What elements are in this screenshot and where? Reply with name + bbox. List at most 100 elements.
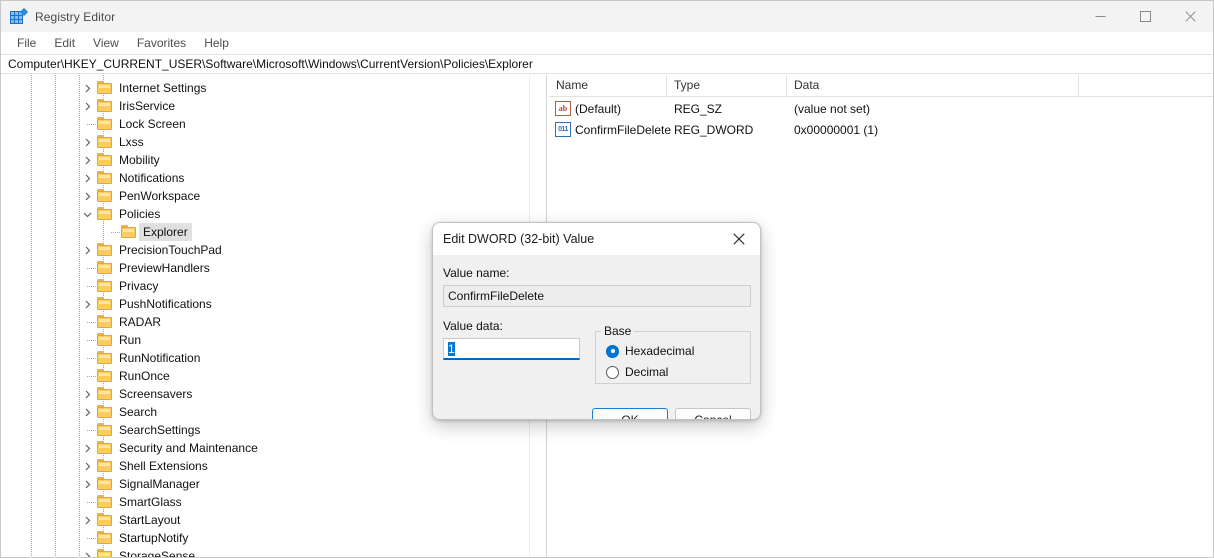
menu-file[interactable]: File: [8, 34, 45, 53]
tree-item-lxss[interactable]: Lxss: [1, 133, 529, 151]
value-name-label: Value name:: [443, 266, 510, 280]
chevron-right-icon[interactable]: [79, 98, 95, 114]
tree-item-label: Lock Screen: [119, 115, 186, 133]
folder-icon: [97, 81, 113, 94]
folder-icon: [97, 513, 113, 526]
folder-icon: [97, 153, 113, 166]
value-name-cell: (Default): [575, 99, 621, 119]
folder-icon: [97, 423, 113, 436]
chevron-right-icon[interactable]: [79, 296, 95, 312]
edit-dword-dialog: Edit DWORD (32-bit) Value Value name: Co…: [432, 222, 761, 420]
tree-item-label: Security and Maintenance: [119, 439, 258, 457]
folder-icon: [97, 117, 113, 130]
tree-item-label: PreviewHandlers: [119, 259, 210, 277]
chevron-down-icon[interactable]: [79, 206, 95, 222]
chevron-right-icon[interactable]: [79, 170, 95, 186]
column-header-type[interactable]: Type: [667, 75, 787, 96]
folder-icon: [97, 477, 113, 490]
menu-edit[interactable]: Edit: [45, 34, 84, 53]
radio-hexadecimal-indicator: [606, 345, 619, 358]
tree-item-label: Policies: [119, 205, 160, 223]
tree-item-signalmanager[interactable]: SignalManager: [1, 475, 529, 493]
registry-grid-icon: [10, 9, 26, 25]
column-header-data[interactable]: Data: [787, 75, 1079, 96]
folder-icon: [97, 171, 113, 184]
value-row[interactable]: ab(Default)REG_SZ(value not set): [549, 99, 1213, 119]
tree-item-searchsettings[interactable]: SearchSettings: [1, 421, 529, 439]
registry-path: Computer\HKEY_CURRENT_USER\Software\Micr…: [1, 57, 533, 71]
tree-item-label: RADAR: [119, 313, 161, 331]
chevron-right-icon[interactable]: [79, 404, 95, 420]
tree-item-smartglass[interactable]: SmartGlass: [1, 493, 529, 511]
tree-item-lock-screen[interactable]: Lock Screen: [1, 115, 529, 133]
tree-item-label: Notifications: [119, 169, 184, 187]
tree-item-penworkspace[interactable]: PenWorkspace: [1, 187, 529, 205]
chevron-right-icon[interactable]: [79, 512, 95, 528]
dialog-body: Value name: ConfirmFileDelete Value data…: [433, 255, 760, 420]
tree-item-label: SmartGlass: [119, 493, 182, 511]
value-data-input[interactable]: 1: [443, 338, 580, 360]
dialog-close-icon[interactable]: [718, 223, 760, 255]
menu-help[interactable]: Help: [195, 34, 238, 53]
tree-item-label: Explorer: [139, 223, 192, 241]
chevron-right-icon[interactable]: [79, 152, 95, 168]
tree-item-security-and-maintenance[interactable]: Security and Maintenance: [1, 439, 529, 457]
folder-icon: [97, 279, 113, 292]
chevron-right-icon[interactable]: [79, 242, 95, 258]
tree-item-label: IrisService: [119, 97, 175, 115]
radio-decimal[interactable]: Decimal: [606, 365, 668, 379]
folder-icon: [97, 387, 113, 400]
tree-item-label: Shell Extensions: [119, 457, 208, 475]
folder-icon: [97, 441, 113, 454]
value-row[interactable]: 011ConfirmFileDeleteREG_DWORD0x00000001 …: [549, 120, 1213, 140]
tree-item-internet-settings[interactable]: Internet Settings: [1, 79, 529, 97]
folder-icon: [121, 225, 137, 238]
tree-item-mobility[interactable]: Mobility: [1, 151, 529, 169]
address-bar[interactable]: Computer\HKEY_CURRENT_USER\Software\Micr…: [1, 54, 1213, 74]
ok-button[interactable]: OK: [592, 408, 668, 420]
maximize-icon[interactable]: [1123, 1, 1168, 32]
chevron-right-icon[interactable]: [79, 80, 95, 96]
tree-item-label: StorageSense: [119, 547, 195, 557]
chevron-right-icon[interactable]: [79, 440, 95, 456]
tree-item-startlayout[interactable]: StartLayout: [1, 511, 529, 529]
column-header-name[interactable]: Name: [549, 75, 667, 96]
window-title: Registry Editor: [35, 10, 115, 24]
close-icon[interactable]: [1168, 1, 1213, 32]
folder-icon: [97, 243, 113, 256]
cancel-button[interactable]: Cancel: [675, 408, 751, 420]
tree-item-storagesense[interactable]: StorageSense: [1, 547, 529, 557]
value-name-input[interactable]: ConfirmFileDelete: [443, 285, 751, 307]
tree-item-label: Internet Settings: [119, 79, 206, 97]
chevron-right-icon[interactable]: [79, 476, 95, 492]
value-data-cell: (value not set): [794, 99, 870, 119]
folder-icon: [97, 369, 113, 382]
folder-icon: [97, 495, 113, 508]
value-type-cell: REG_DWORD: [674, 120, 753, 140]
minimize-icon[interactable]: [1078, 1, 1123, 32]
tree-item-notifications[interactable]: Notifications: [1, 169, 529, 187]
tree-item-startupnotify[interactable]: StartupNotify: [1, 529, 529, 547]
tree-item-irisservice[interactable]: IrisService: [1, 97, 529, 115]
tree-item-label: Run: [119, 331, 141, 349]
chevron-right-icon[interactable]: [79, 386, 95, 402]
radio-hexadecimal[interactable]: Hexadecimal: [606, 344, 694, 358]
folder-icon: [97, 207, 113, 220]
tree-item-policies[interactable]: Policies: [1, 205, 529, 223]
dialog-title-bar: Edit DWORD (32-bit) Value: [433, 223, 760, 255]
tree-item-label: PushNotifications: [119, 295, 212, 313]
tree-item-label: PenWorkspace: [119, 187, 200, 205]
value-name-cell: ConfirmFileDelete: [575, 120, 671, 140]
tree-item-shell-extensions[interactable]: Shell Extensions: [1, 457, 529, 475]
chevron-right-icon[interactable]: [79, 134, 95, 150]
chevron-right-icon[interactable]: [79, 188, 95, 204]
chevron-right-icon[interactable]: [79, 548, 95, 557]
folder-icon: [97, 315, 113, 328]
menu-favorites[interactable]: Favorites: [128, 34, 195, 53]
radio-decimal-label: Decimal: [625, 365, 668, 379]
value-data-label: Value data:: [443, 319, 503, 333]
menu-view[interactable]: View: [84, 34, 128, 53]
chevron-right-icon[interactable]: [79, 458, 95, 474]
tree-item-label: Privacy: [119, 277, 158, 295]
tree-item-label: SearchSettings: [119, 421, 200, 439]
